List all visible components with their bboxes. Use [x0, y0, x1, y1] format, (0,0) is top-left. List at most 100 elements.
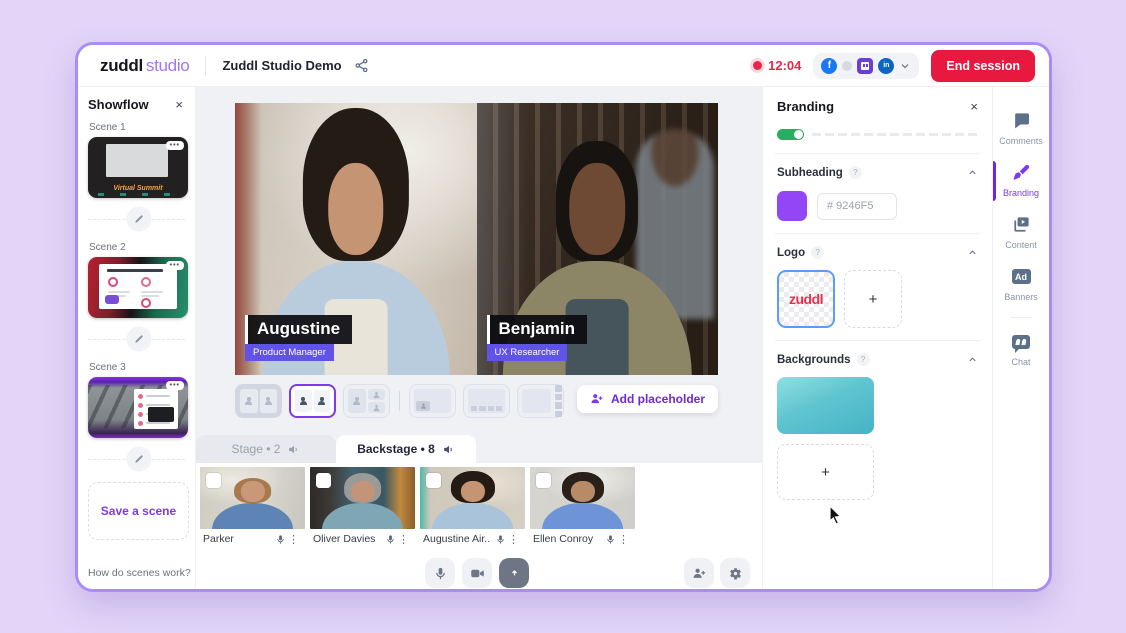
- layout-two-up-button[interactable]: [235, 384, 282, 418]
- speaker-role: Product Manager: [245, 344, 334, 361]
- save-a-scene-button[interactable]: Save a scene: [88, 482, 189, 540]
- toolbar-item-branding[interactable]: Branding: [993, 155, 1049, 207]
- mic-icon[interactable]: [275, 534, 286, 545]
- layout-pip-button[interactable]: [409, 384, 456, 418]
- mic-icon[interactable]: [385, 534, 396, 545]
- layout-one-plus-two-button[interactable]: [343, 384, 390, 418]
- participant-checkbox[interactable]: [206, 473, 221, 488]
- logo-tile-selected[interactable]: zuddl: [777, 270, 835, 328]
- header-right: 12:04 f in End session: [753, 49, 1035, 82]
- camera-button[interactable]: [462, 558, 492, 588]
- tab-backstage[interactable]: Backstage • 8: [336, 435, 476, 463]
- scene-2-thumbnail[interactable]: •••: [88, 257, 188, 318]
- screen-share-button[interactable]: [499, 558, 529, 588]
- share-icon[interactable]: [354, 58, 369, 73]
- layout-right-strip-button[interactable]: [517, 384, 564, 418]
- content-icon: [1012, 215, 1031, 234]
- timer-value: 12:04: [768, 58, 802, 73]
- showflow-title: Showflow: [88, 97, 149, 112]
- add-logo-button[interactable]: +: [844, 270, 902, 328]
- comments-icon: [1012, 111, 1031, 130]
- scene-2-edit-button[interactable]: [126, 326, 151, 352]
- scene-3-thumbnail[interactable]: •••: [88, 377, 188, 438]
- layout-split-button-selected[interactable]: [289, 384, 336, 418]
- speaker-name: Augustine: [245, 315, 353, 344]
- showflow-panel: Showflow × Scene 1 Virtual Summit ••• Sc…: [78, 87, 196, 589]
- participant-name: Ellen Conroy: [533, 533, 594, 545]
- branding-close-icon[interactable]: ×: [970, 100, 978, 113]
- backstage-strip: Parker ⋮ Oliver Davies ⋮ Augustine Air..…: [196, 463, 762, 549]
- participant-checkbox[interactable]: [316, 473, 331, 488]
- collapse-chevron-icon[interactable]: [967, 247, 978, 258]
- participant-video[interactable]: [200, 467, 305, 529]
- disabled-destination-icon[interactable]: [842, 60, 853, 71]
- participant-video[interactable]: [530, 467, 635, 529]
- participant-card: Ellen Conroy ⋮: [530, 467, 635, 549]
- mic-icon[interactable]: [495, 534, 506, 545]
- scene-3-menu-icon[interactable]: •••: [165, 381, 184, 390]
- invite-person-button[interactable]: [684, 558, 714, 588]
- logo-primary: zuddl: [100, 55, 143, 75]
- scene-1-thumbnail[interactable]: Virtual Summit •••: [88, 137, 188, 198]
- scene-3-edit-button[interactable]: [126, 446, 151, 472]
- help-icon[interactable]: ?: [848, 166, 862, 179]
- kebab-menu-icon[interactable]: ⋮: [288, 533, 299, 546]
- kebab-menu-icon[interactable]: ⋮: [398, 533, 409, 546]
- mic-icon[interactable]: [605, 534, 616, 545]
- twitch-icon[interactable]: [857, 57, 874, 74]
- participant-name: Oliver Davies: [313, 533, 376, 545]
- participant-name: Parker: [203, 533, 234, 545]
- toolbar-item-content[interactable]: Content: [993, 207, 1049, 259]
- facebook-icon[interactable]: f: [821, 57, 838, 74]
- add-background-button[interactable]: +: [777, 444, 874, 500]
- speaker-icon: [443, 445, 452, 453]
- zuddl-logo-text: zuddl: [788, 291, 824, 307]
- toolbar-item-banners[interactable]: Ad Banners: [993, 259, 1049, 311]
- linkedin-icon[interactable]: in: [878, 57, 895, 74]
- layout-bottom-strip-button[interactable]: [463, 384, 510, 418]
- stage-backstage-tabs: Stage • 2 Backstage • 8: [196, 435, 476, 463]
- toolbar-item-chat[interactable]: Chat: [993, 324, 1049, 376]
- participant-video[interactable]: [420, 467, 525, 529]
- how-scenes-work-link[interactable]: How do scenes work?: [88, 567, 191, 579]
- kebab-menu-icon[interactable]: ⋮: [508, 533, 519, 546]
- subheading-color-swatch[interactable]: [777, 191, 807, 221]
- end-session-button[interactable]: End session: [931, 49, 1035, 82]
- branding-panel: Branding × Subheading ? # 9246F5 Logo ? …: [762, 87, 992, 589]
- scene-2-menu-icon[interactable]: •••: [165, 261, 184, 270]
- background-teal-thumbnail[interactable]: [777, 377, 874, 434]
- background-aurora-thumbnail[interactable]: [883, 377, 975, 434]
- participant-checkbox[interactable]: [536, 473, 551, 488]
- stage-area: Augustine Product Manager Benjamin UX Re…: [196, 87, 762, 589]
- speaker-video-augustine[interactable]: Augustine Product Manager: [235, 103, 477, 375]
- speaker-name: Benjamin: [486, 315, 588, 344]
- session-timer: 12:04: [753, 58, 801, 73]
- banners-ad-icon: Ad: [1011, 267, 1031, 286]
- settings-gear-button[interactable]: [720, 558, 750, 588]
- stream-destinations[interactable]: f in: [813, 52, 920, 79]
- kebab-menu-icon[interactable]: ⋮: [618, 533, 629, 546]
- showflow-close-icon[interactable]: ×: [175, 98, 183, 111]
- toolbar-item-comments[interactable]: Comments: [993, 103, 1049, 155]
- collapse-chevron-icon[interactable]: [967, 354, 978, 365]
- zuddl-studio-logo: zuddl studio: [100, 55, 190, 76]
- scene-1-edit-button[interactable]: [126, 206, 151, 232]
- speaker-role: UX Researcher: [486, 344, 568, 361]
- collapse-chevron-icon[interactable]: [967, 167, 978, 178]
- recording-dot-icon: [753, 61, 763, 70]
- speaker-video-benjamin[interactable]: Benjamin UX Researcher: [476, 103, 718, 375]
- desktop-background: zuddl studio Zuddl Studio Demo 12:04 f i…: [0, 0, 1126, 633]
- participant-checkbox[interactable]: [426, 473, 441, 488]
- help-icon[interactable]: ?: [811, 246, 825, 259]
- tab-stage[interactable]: Stage • 2: [196, 435, 336, 463]
- session-title: Zuddl Studio Demo: [222, 58, 342, 73]
- microphone-button[interactable]: [425, 558, 455, 588]
- add-placeholder-button[interactable]: Add placeholder: [576, 385, 718, 413]
- participant-video[interactable]: [310, 467, 415, 529]
- scene-1-menu-icon[interactable]: •••: [165, 141, 184, 150]
- toggle-on-icon[interactable]: [777, 128, 804, 140]
- subheading-color-input[interactable]: # 9246F5: [817, 192, 897, 220]
- speaker-tiles-toggle-row: [777, 127, 978, 141]
- chevron-down-icon[interactable]: [899, 60, 911, 72]
- help-icon[interactable]: ?: [856, 353, 870, 366]
